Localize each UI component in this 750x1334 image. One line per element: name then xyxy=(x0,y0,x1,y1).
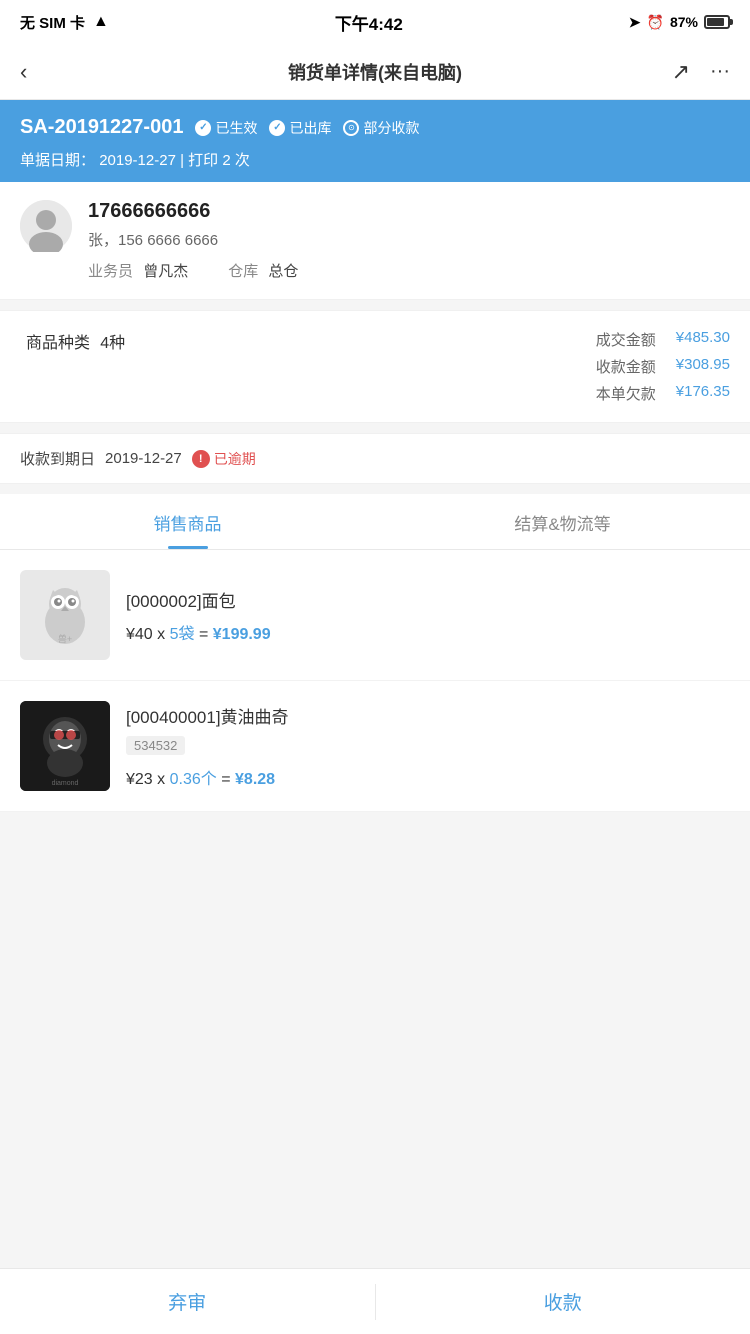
product-name-1: [0000002]面包 xyxy=(126,587,730,612)
price-base-2: ¥23 xyxy=(126,771,153,788)
badge-shipped: 已出库 xyxy=(269,118,331,138)
owl-image: 兽+ xyxy=(20,570,110,660)
tab-products[interactable]: 销售商品 xyxy=(0,494,375,549)
due-label: 收款到期日 xyxy=(20,448,95,469)
date-value: 2019-12-27 xyxy=(99,152,176,169)
due-section: 收款到期日 2019-12-27 ! 已逾期 xyxy=(0,433,750,484)
list-item: 兽+ [0000002]面包 ¥40 x 5袋 = ¥199.99 xyxy=(0,550,750,681)
owed-row: 本单欠款 ¥176.35 xyxy=(596,383,730,404)
received-label: 收款金额 xyxy=(596,356,656,377)
alarm-icon: ⏰ xyxy=(647,14,664,31)
wifi-icon: ▲ xyxy=(93,13,109,31)
product-thumb-1: 兽+ xyxy=(20,570,110,660)
summary-section: 商品种类 4种 成交金额 ¥485.30 收款金额 ¥308.95 本单欠款 ¥… xyxy=(0,310,750,423)
product-thumb-2: diamond xyxy=(20,701,110,791)
order-id: SA-20191227-001 xyxy=(20,116,183,139)
back-button[interactable]: ‹ xyxy=(20,59,60,85)
kind-value: 4种 xyxy=(100,335,125,352)
summary-right: 成交金额 ¥485.30 收款金额 ¥308.95 本单欠款 ¥176.35 xyxy=(596,329,730,404)
date-label: 单据日期： xyxy=(20,152,95,169)
clock-icon: ⊙ xyxy=(343,120,359,136)
amount-row: 成交金额 ¥485.30 xyxy=(596,329,730,350)
avatar xyxy=(20,200,72,252)
print-info: | 打印 2 次 xyxy=(180,152,250,169)
status-time: 下午4:42 xyxy=(335,10,403,35)
warehouse-value: 总仓 xyxy=(268,263,298,280)
header-banner: SA-20191227-001 已生效 已出库 ⊙ 部分收款 单据日期： 201… xyxy=(0,100,750,182)
banner-date-row: 单据日期： 2019-12-27 | 打印 2 次 xyxy=(20,149,730,170)
multiply-1: x xyxy=(157,626,169,643)
received-value: ¥308.95 xyxy=(676,356,730,377)
product-list: 兽+ [0000002]面包 ¥40 x 5袋 = ¥199.99 xyxy=(0,550,750,812)
dark-image: diamond xyxy=(20,701,110,791)
badge-partial: ⊙ 部分收款 xyxy=(343,118,419,138)
customer-section: 17666666666 张，156 6666 6666 业务员 曾凡杰 仓库 总… xyxy=(0,182,750,300)
tab-settlement[interactable]: 结算&物流等 xyxy=(375,494,750,549)
equals-1: = xyxy=(199,626,213,643)
check-icon-2 xyxy=(269,120,285,136)
summary-left: 商品种类 4种 xyxy=(20,329,125,353)
nav-bar: ‹ 销货单详情(来自电脑) ↗ ··· xyxy=(0,44,750,100)
carrier-text: 无 SIM 卡 xyxy=(20,12,85,33)
product-sku-2: 534532 xyxy=(126,736,185,755)
product-price-2: ¥23 x 0.36个 = ¥8.28 xyxy=(126,765,730,789)
share-button[interactable]: ↗ xyxy=(672,59,690,85)
salesperson: 业务员 曾凡杰 xyxy=(88,260,188,281)
list-item: diamond [000400001]黄油曲奇 534532 ¥23 x 0.3… xyxy=(0,681,750,812)
nav-actions: ↗ ··· xyxy=(672,59,730,85)
svg-text:兽+: 兽+ xyxy=(58,633,72,644)
received-row: 收款金额 ¥308.95 xyxy=(596,356,730,377)
sales-value: 曾凡杰 xyxy=(143,263,188,280)
svg-text:diamond: diamond xyxy=(52,780,79,787)
total-2: ¥8.28 xyxy=(235,771,275,788)
kind-label: 商品种类 xyxy=(26,335,90,352)
confirm-button[interactable]: 收款 xyxy=(376,1274,750,1329)
customer-name: 17666666666 xyxy=(88,200,730,223)
banner-row1: SA-20191227-001 已生效 已出库 ⊙ 部分收款 xyxy=(20,116,730,139)
overdue-badge: ! 已逾期 xyxy=(192,449,256,469)
overdue-label: 已逾期 xyxy=(214,449,256,469)
amount-label: 成交金额 xyxy=(596,329,656,350)
cancel-button[interactable]: 弃审 xyxy=(0,1274,375,1329)
bottom-bar: 弃审 收款 xyxy=(0,1268,750,1334)
overdue-icon: ! xyxy=(192,450,210,468)
customer-sub: 张，156 6666 6666 xyxy=(88,229,730,250)
warehouse: 仓库 总仓 xyxy=(228,260,298,281)
qty-2: 0.36个 xyxy=(170,771,217,788)
tabs-section: 销售商品 结算&物流等 xyxy=(0,494,750,550)
check-icon-1 xyxy=(195,120,211,136)
total-1: ¥199.99 xyxy=(213,626,271,643)
badge-activated: 已生效 xyxy=(195,118,257,138)
price-base-1: ¥40 xyxy=(126,626,153,643)
amount-value: ¥485.30 xyxy=(676,329,730,350)
sales-label: 业务员 xyxy=(88,263,133,280)
multiply-2: x xyxy=(157,771,169,788)
warehouse-label: 仓库 xyxy=(228,263,258,280)
product-name-2: [000400001]黄油曲奇 xyxy=(126,703,730,728)
due-value: 2019-12-27 xyxy=(105,450,182,467)
equals-2: = xyxy=(221,771,235,788)
more-button[interactable]: ··· xyxy=(710,60,730,83)
location-icon: ➤ xyxy=(629,14,641,31)
status-right: ➤ ⏰ 87% xyxy=(629,14,730,31)
product-price-1: ¥40 x 5袋 = ¥199.99 xyxy=(126,620,730,644)
battery-text: 87% xyxy=(670,14,698,30)
summary-row: 商品种类 4种 成交金额 ¥485.30 收款金额 ¥308.95 本单欠款 ¥… xyxy=(20,329,730,404)
owed-label: 本单欠款 xyxy=(596,383,656,404)
status-left: 无 SIM 卡 ▲ xyxy=(20,12,109,33)
customer-meta: 业务员 曾凡杰 仓库 总仓 xyxy=(88,260,730,281)
product-details-1: [0000002]面包 ¥40 x 5袋 = ¥199.99 xyxy=(126,587,730,644)
qty-1: 5袋 xyxy=(170,626,195,643)
product-details-2: [000400001]黄油曲奇 534532 ¥23 x 0.36个 = ¥8.… xyxy=(126,703,730,789)
battery-icon xyxy=(704,15,730,29)
page-title: 销货单详情(来自电脑) xyxy=(288,59,462,85)
owed-value: ¥176.35 xyxy=(676,383,730,404)
customer-info: 17666666666 张，156 6666 6666 业务员 曾凡杰 仓库 总… xyxy=(88,200,730,281)
status-bar: 无 SIM 卡 ▲ 下午4:42 ➤ ⏰ 87% xyxy=(0,0,750,44)
